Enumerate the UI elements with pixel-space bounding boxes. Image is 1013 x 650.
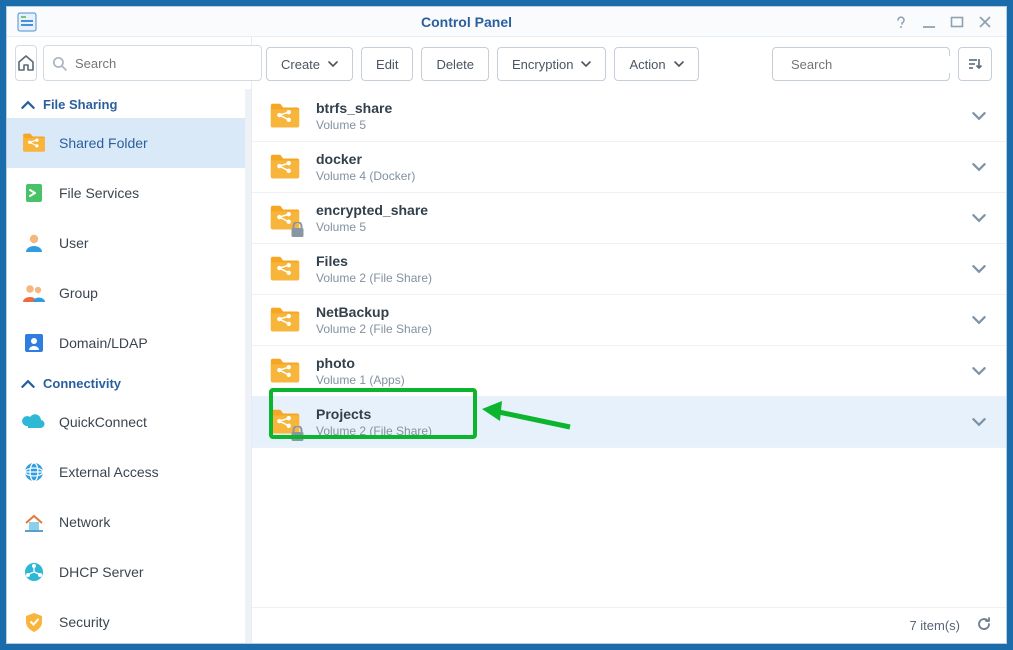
window-maximize-button[interactable] — [950, 15, 964, 29]
folder-name: encrypted_share — [316, 202, 958, 218]
nav-label: User — [59, 235, 89, 251]
sort-button[interactable] — [958, 47, 992, 81]
folder-volume: Volume 5 — [316, 118, 958, 132]
nav-network[interactable]: Network — [7, 497, 245, 547]
folder-row[interactable]: docker Volume 4 (Docker) — [252, 142, 1006, 193]
window-close-button[interactable] — [978, 15, 992, 29]
file-services-icon — [21, 180, 47, 206]
refresh-button[interactable] — [976, 616, 992, 635]
folder-name: NetBackup — [316, 304, 958, 320]
section-connectivity[interactable]: Connectivity — [7, 368, 245, 397]
filter-search[interactable] — [772, 47, 950, 81]
folder-row[interactable]: NetBackup Volume 2 (File Share) — [252, 295, 1006, 346]
nav-label: Network — [59, 514, 110, 530]
expand-chevron-icon[interactable] — [972, 159, 990, 175]
folder-volume: Volume 2 (File Share) — [316, 424, 958, 438]
quickconnect-icon — [21, 409, 47, 435]
nav-group[interactable]: Group — [7, 268, 245, 318]
action-button[interactable]: Action — [614, 47, 698, 81]
window-help-button[interactable] — [894, 15, 908, 29]
security-icon — [21, 609, 47, 635]
folder-name: Files — [316, 253, 958, 269]
shared-folder-icon — [21, 130, 47, 156]
expand-chevron-icon[interactable] — [972, 108, 990, 124]
folder-volume: Volume 2 (File Share) — [316, 271, 958, 285]
user-icon — [21, 230, 47, 256]
nav-quickconnect[interactable]: QuickConnect — [7, 397, 245, 447]
footer: 7 item(s) — [252, 607, 1006, 643]
nav-label: Group — [59, 285, 98, 301]
external-access-icon — [21, 459, 47, 485]
nav-label: QuickConnect — [59, 414, 147, 430]
section-file-sharing[interactable]: File Sharing — [7, 89, 245, 118]
delete-button[interactable]: Delete — [421, 47, 489, 81]
nav-shared-folder[interactable]: Shared Folder — [7, 118, 245, 168]
group-icon — [21, 280, 47, 306]
nav-label: File Services — [59, 185, 139, 201]
shared-folder-icon — [268, 354, 302, 388]
shared-folder-icon — [268, 201, 302, 235]
nav-external-access[interactable]: External Access — [7, 447, 245, 497]
nav-file-services[interactable]: File Services — [7, 168, 245, 218]
domain-ldap-icon — [21, 330, 47, 356]
home-button[interactable] — [15, 45, 37, 81]
nav-label: External Access — [59, 464, 159, 480]
caret-down-icon — [581, 61, 591, 67]
folder-name: btrfs_share — [316, 100, 958, 116]
nav-label: Shared Folder — [59, 135, 148, 151]
section-label: File Sharing — [43, 97, 117, 112]
folder-volume: Volume 2 (File Share) — [316, 322, 958, 336]
sidebar: File Sharing Shared Folder File Services… — [7, 37, 252, 643]
shared-folder-icon — [268, 99, 302, 133]
dhcp-icon — [21, 559, 47, 585]
nav-label: DHCP Server — [59, 564, 144, 580]
expand-chevron-icon[interactable] — [972, 363, 990, 379]
caret-down-icon — [328, 61, 338, 67]
item-count: 7 item(s) — [909, 618, 960, 633]
caret-down-icon — [674, 61, 684, 67]
expand-chevron-icon[interactable] — [972, 210, 990, 226]
folder-list: btrfs_share Volume 5 docker Volume 4 (Docke… — [252, 91, 1006, 607]
shared-folder-icon — [268, 303, 302, 337]
sidebar-search-input[interactable] — [73, 55, 253, 72]
window-title: Control Panel — [39, 14, 894, 30]
nav-dhcp-server[interactable]: DHCP Server — [7, 547, 245, 597]
shared-folder-icon — [268, 405, 302, 439]
nav-domain-ldap[interactable]: Domain/LDAP — [7, 318, 245, 368]
main-panel: Create Edit Delete Encryption Action btr… — [252, 37, 1006, 643]
toolbar: Create Edit Delete Encryption Action — [252, 37, 1006, 91]
nav-user[interactable]: User — [7, 218, 245, 268]
app-icon — [15, 10, 39, 34]
folder-name: Projects — [316, 406, 958, 422]
folder-name: photo — [316, 355, 958, 371]
expand-chevron-icon[interactable] — [972, 261, 990, 277]
folder-row[interactable]: Projects Volume 2 (File Share) — [252, 397, 1006, 448]
network-icon — [21, 509, 47, 535]
expand-chevron-icon[interactable] — [972, 312, 990, 328]
shared-folder-icon — [268, 150, 302, 184]
folder-volume: Volume 5 — [316, 220, 958, 234]
create-button[interactable]: Create — [266, 47, 353, 81]
nav-security[interactable]: Security — [7, 597, 245, 643]
folder-volume: Volume 4 (Docker) — [316, 169, 958, 183]
filter-search-input[interactable] — [789, 56, 969, 73]
edit-button[interactable]: Edit — [361, 47, 413, 81]
nav-label: Security — [59, 614, 110, 630]
folder-volume: Volume 1 (Apps) — [316, 373, 958, 387]
folder-row[interactable]: photo Volume 1 (Apps) — [252, 346, 1006, 397]
titlebar: Control Panel — [7, 7, 1006, 37]
encryption-button[interactable]: Encryption — [497, 47, 606, 81]
expand-chevron-icon[interactable] — [972, 414, 990, 430]
folder-row[interactable]: btrfs_share Volume 5 — [252, 91, 1006, 142]
section-label: Connectivity — [43, 376, 121, 391]
window-minimize-button[interactable] — [922, 15, 936, 29]
folder-row[interactable]: Files Volume 2 (File Share) — [252, 244, 1006, 295]
sidebar-search[interactable] — [43, 45, 262, 81]
shared-folder-icon — [268, 252, 302, 286]
folder-row[interactable]: encrypted_share Volume 5 — [252, 193, 1006, 244]
nav-label: Domain/LDAP — [59, 335, 148, 351]
folder-name: docker — [316, 151, 958, 167]
